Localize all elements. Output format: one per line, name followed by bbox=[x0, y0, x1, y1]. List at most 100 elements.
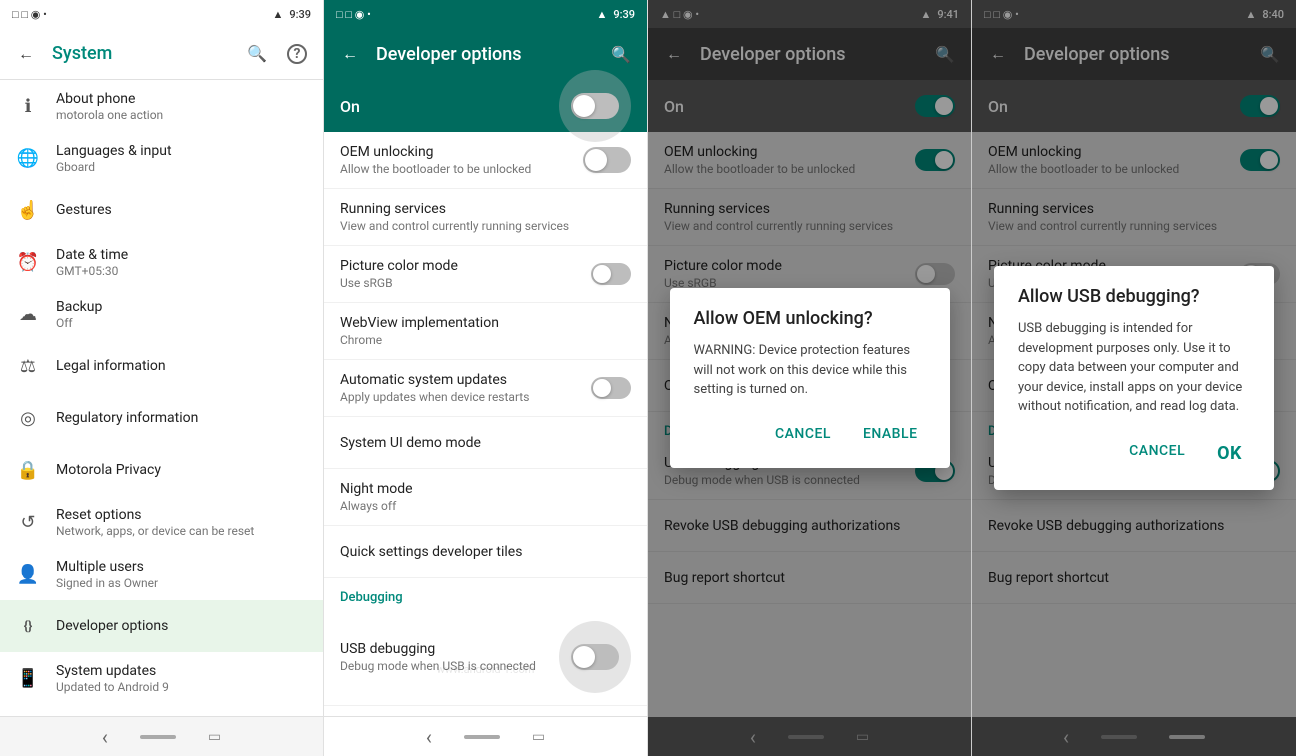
settings-item-systemupdate[interactable]: 📱 System updates Updated to Android 9 bbox=[0, 652, 323, 704]
settings-item-about[interactable]: ℹ About phone motorola one action bbox=[0, 80, 323, 132]
on-bar: On bbox=[324, 80, 647, 132]
dev-item-autoupdate[interactable]: Automatic system updates Apply updates w… bbox=[324, 360, 647, 417]
languages-label: Languages & input bbox=[56, 143, 307, 159]
datetime-sub: GMT+05:30 bbox=[56, 264, 307, 278]
webview-label: WebView implementation bbox=[340, 315, 631, 331]
systemupdate-icon: 📱 bbox=[16, 666, 40, 690]
status-bar-left: □ □ ◉ • ▲ 9:39 bbox=[0, 0, 323, 28]
main-toggle[interactable] bbox=[571, 93, 619, 119]
multiusers-sub: Signed in as Owner bbox=[56, 576, 307, 590]
developer-label: Developer options bbox=[56, 618, 307, 634]
nightmode-sub: Always off bbox=[340, 499, 631, 513]
demo-label: System UI demo mode bbox=[340, 435, 631, 451]
dev-item-demo[interactable]: System UI demo mode bbox=[324, 417, 647, 469]
oem-dialog-body: WARNING: Device protection features will… bbox=[694, 341, 926, 400]
time-display: 9:39 bbox=[289, 8, 311, 21]
autoupdate-toggle[interactable] bbox=[591, 377, 631, 399]
developer-panel-oem-dialog: ▲ □ ◉ • ▲ 9:41 ← Developer options 🔍 On … bbox=[648, 0, 972, 756]
settings-item-multiusers[interactable]: 👤 Multiple users Signed in as Owner bbox=[0, 548, 323, 600]
status-icons-middle-right: ▲ 9:39 bbox=[596, 8, 635, 21]
wifi-icon-middle: ▲ bbox=[596, 8, 607, 21]
help-icon: ? bbox=[287, 44, 307, 64]
reset-label: Reset options bbox=[56, 507, 307, 523]
settings-item-gestures[interactable]: ☝ Gestures bbox=[0, 184, 323, 236]
about-sub: motorola one action bbox=[56, 108, 307, 122]
privacy-label: Motorola Privacy bbox=[56, 462, 307, 478]
color-sub: Use sRGB bbox=[340, 276, 591, 290]
usb-toggle-thumb bbox=[573, 646, 595, 668]
oem-dialog-overlay: Allow OEM unlocking? WARNING: Device pro… bbox=[648, 0, 971, 756]
dev-item-nightmode[interactable]: Night mode Always off bbox=[324, 469, 647, 526]
dev-item-quicktiles[interactable]: Quick settings developer tiles bbox=[324, 526, 647, 578]
about-label: About phone bbox=[56, 91, 307, 107]
dev-item-usbdebug[interactable]: USB debugging Debug mode when USB is con… bbox=[324, 609, 647, 706]
nav-home-middle[interactable] bbox=[464, 735, 500, 739]
toggle-circle-bg bbox=[559, 70, 631, 142]
nav-back-middle[interactable]: ‹ bbox=[426, 725, 432, 749]
gestures-icon: ☝ bbox=[16, 198, 40, 222]
back-button[interactable]: ← bbox=[12, 40, 40, 68]
quicktiles-label: Quick settings developer tiles bbox=[340, 544, 631, 560]
dev-item-webview[interactable]: WebView implementation Chrome bbox=[324, 303, 647, 360]
legal-icon: ⚖ bbox=[16, 354, 40, 378]
oem-sub: Allow the bootloader to be unlocked bbox=[340, 162, 583, 176]
settings-item-regulatory[interactable]: ◎ Regulatory information bbox=[0, 392, 323, 444]
usbdebug-toggle[interactable] bbox=[571, 644, 619, 670]
color-toggle[interactable] bbox=[591, 263, 631, 285]
time-display-middle: 9:39 bbox=[613, 8, 635, 21]
color-label: Picture color mode bbox=[340, 258, 591, 274]
dev-item-running[interactable]: Running services View and control curren… bbox=[324, 189, 647, 246]
backup-icon: ☁ bbox=[16, 302, 40, 326]
search-button[interactable]: 🔍 bbox=[243, 40, 271, 68]
settings-item-datetime[interactable]: ⏰ Date & time GMT+05:30 bbox=[0, 236, 323, 288]
on-label: On bbox=[340, 97, 360, 116]
color-toggle-thumb bbox=[593, 265, 611, 283]
settings-item-developer[interactable]: {} Developer options bbox=[0, 600, 323, 652]
developer-options-panel: □ □ ◉ • ▲ 9:39 ← Developer options 🔍 On bbox=[324, 0, 648, 756]
developer-panel-usb-dialog: □ □ ◉ • ▲ 8:40 ← Developer options 🔍 On … bbox=[972, 0, 1296, 756]
settings-item-languages[interactable]: 🌐 Languages & input Gboard bbox=[0, 132, 323, 184]
search-icon: 🔍 bbox=[247, 44, 267, 63]
running-label: Running services bbox=[340, 201, 631, 217]
datetime-icon: ⏰ bbox=[16, 250, 40, 274]
settings-item-backup[interactable]: ☁ Backup Off bbox=[0, 288, 323, 340]
toggle-thumb bbox=[573, 95, 595, 117]
system-settings-list: ℹ About phone motorola one action 🌐 Lang… bbox=[0, 80, 323, 716]
status-bar-middle: □ □ ◉ • ▲ 9:39 bbox=[324, 0, 647, 28]
settings-item-legal[interactable]: ⚖ Legal information bbox=[0, 340, 323, 392]
dev-item-revokeusb[interactable]: Revoke USB debugging authorizations bbox=[324, 706, 647, 716]
page-title-system: System bbox=[52, 43, 231, 64]
languages-sub: Gboard bbox=[56, 160, 307, 174]
usb-toggle-circle bbox=[559, 621, 631, 693]
nav-home-left[interactable] bbox=[140, 735, 176, 739]
usb-ok-button[interactable]: OK bbox=[1209, 437, 1250, 470]
backup-label: Backup bbox=[56, 299, 307, 315]
oem-dialog-actions: Cancel Enable bbox=[694, 420, 926, 448]
dev-item-color[interactable]: Picture color mode Use sRGB bbox=[324, 246, 647, 303]
privacy-icon: 🔒 bbox=[16, 458, 40, 482]
back-icon: ← bbox=[18, 44, 34, 64]
debugging-section-label: Debugging bbox=[324, 578, 647, 609]
help-button[interactable]: ? bbox=[283, 40, 311, 68]
webview-sub: Chrome bbox=[340, 333, 631, 347]
system-top-bar: ← System 🔍 ? bbox=[0, 28, 323, 80]
search-button-middle[interactable]: 🔍 bbox=[607, 40, 635, 68]
nav-back-left[interactable]: ‹ bbox=[102, 725, 108, 749]
back-button-middle[interactable]: ← bbox=[336, 40, 364, 68]
nav-bar-left: ‹ ▭ bbox=[0, 716, 323, 756]
nav-recents-left[interactable]: ▭ bbox=[208, 729, 221, 745]
oem-toggle[interactable] bbox=[583, 147, 631, 173]
notification-icons: □ □ ◉ • bbox=[12, 8, 47, 21]
nav-recents-middle[interactable]: ▭ bbox=[532, 729, 545, 745]
wifi-icon: ▲ bbox=[272, 8, 283, 21]
usbdebug-sub: Debug mode when USB is connected bbox=[340, 659, 559, 673]
usb-cancel-button[interactable]: Cancel bbox=[1121, 437, 1193, 470]
settings-item-privacy[interactable]: 🔒 Motorola Privacy bbox=[0, 444, 323, 496]
usb-dialog-overlay: Allow USB debugging? USB debugging is in… bbox=[972, 0, 1296, 756]
backup-sub: Off bbox=[56, 316, 307, 330]
oem-cancel-button[interactable]: Cancel bbox=[767, 420, 839, 448]
search-icon-middle: 🔍 bbox=[611, 45, 631, 64]
oem-enable-button[interactable]: Enable bbox=[855, 420, 926, 448]
nav-bar-middle: ‹ ▭ bbox=[324, 716, 647, 756]
settings-item-reset[interactable]: ↺ Reset options Network, apps, or device… bbox=[0, 496, 323, 548]
